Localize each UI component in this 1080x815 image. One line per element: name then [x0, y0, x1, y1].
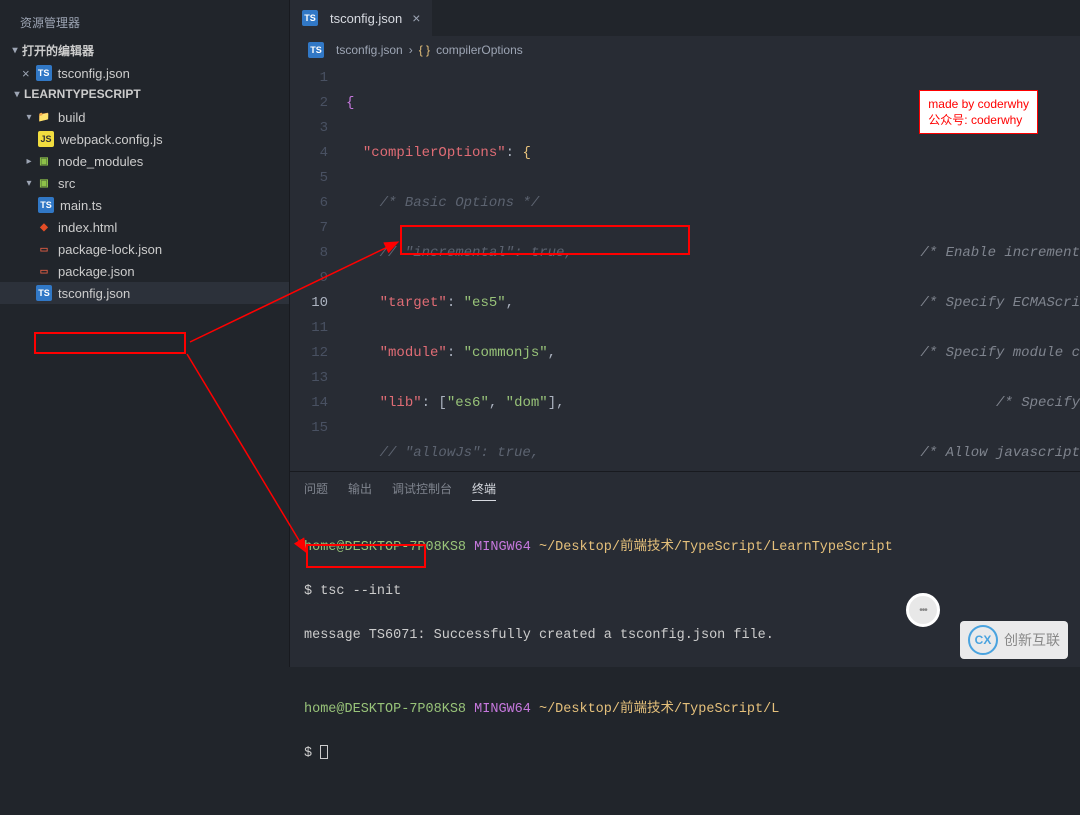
js-icon: JS	[38, 131, 54, 147]
ts-icon: TS	[302, 10, 318, 26]
chevron-down-icon: ▾	[22, 178, 36, 189]
chat-icon[interactable]	[906, 593, 940, 627]
tab-terminal[interactable]: 终端	[472, 480, 496, 501]
folder-build[interactable]: ▾ 📁 build	[0, 106, 289, 128]
file-index-html[interactable]: ▾ ◆ index.html	[0, 216, 289, 238]
tab-problems[interactable]: 问题	[304, 480, 328, 501]
tab-tsconfig[interactable]: TS tsconfig.json ×	[290, 0, 432, 36]
ts-icon: TS	[38, 197, 54, 213]
tab-debug[interactable]: 调试控制台	[392, 480, 452, 501]
chevron-down-icon: ▾	[10, 89, 24, 100]
chevron-down-icon: ▾	[8, 45, 22, 56]
tab-output[interactable]: 输出	[348, 480, 372, 501]
file-package-lock[interactable]: ▾ ▭ package-lock.json	[0, 238, 289, 260]
file-webpack[interactable]: JS webpack.config.js	[0, 128, 289, 150]
folder-icon: ▣	[36, 175, 52, 191]
json-icon: ▭	[36, 241, 52, 257]
explorer-title: 资源管理器	[0, 6, 289, 39]
ts-icon: TS	[308, 42, 324, 58]
html-icon: ◆	[36, 219, 52, 235]
folder-icon: 📁	[36, 109, 52, 125]
ts-icon: TS	[36, 285, 52, 301]
open-editors-header[interactable]: ▾ 打开的编辑器	[0, 39, 289, 62]
project-header[interactable]: ▾ LEARNTYPESCRIPT	[0, 84, 289, 104]
brand-logo: CX 创新互联	[960, 621, 1068, 659]
file-tsconfig[interactable]: ▾ TS tsconfig.json	[0, 282, 289, 304]
chevron-right-icon: ›	[409, 43, 413, 57]
close-icon[interactable]: ×	[412, 10, 420, 26]
ts-icon: TS	[36, 65, 52, 81]
open-editor-item[interactable]: × TS tsconfig.json	[0, 62, 289, 84]
folder-node-modules[interactable]: ▸ ▣ node_modules	[0, 150, 289, 172]
explorer-sidebar: 资源管理器 ▾ 打开的编辑器 × TS tsconfig.json ▾ LEAR…	[0, 0, 290, 667]
json-icon: ▭	[36, 263, 52, 279]
terminal-tabs: 问题 输出 调试控制台 终端	[290, 472, 1080, 509]
file-main-ts[interactable]: TS main.ts	[0, 194, 289, 216]
chevron-down-icon: ▾	[22, 112, 36, 123]
folder-src[interactable]: ▾ ▣ src	[0, 172, 289, 194]
watermark: made by coderwhy 公众号: coderwhy	[919, 90, 1038, 134]
chevron-right-icon: ▸	[22, 156, 36, 167]
breadcrumb[interactable]: TS tsconfig.json › { } compilerOptions	[290, 36, 1080, 64]
folder-icon: ▣	[36, 153, 52, 169]
editor-tabs: TS tsconfig.json ×	[290, 0, 1080, 36]
file-package-json[interactable]: ▾ ▭ package.json	[0, 260, 289, 282]
line-numbers: 123 456 789 101112 131415	[290, 64, 346, 471]
terminal-body[interactable]: home@DESKTOP-7P08KS8 MINGW64 ~/Desktop/前…	[290, 509, 1080, 815]
